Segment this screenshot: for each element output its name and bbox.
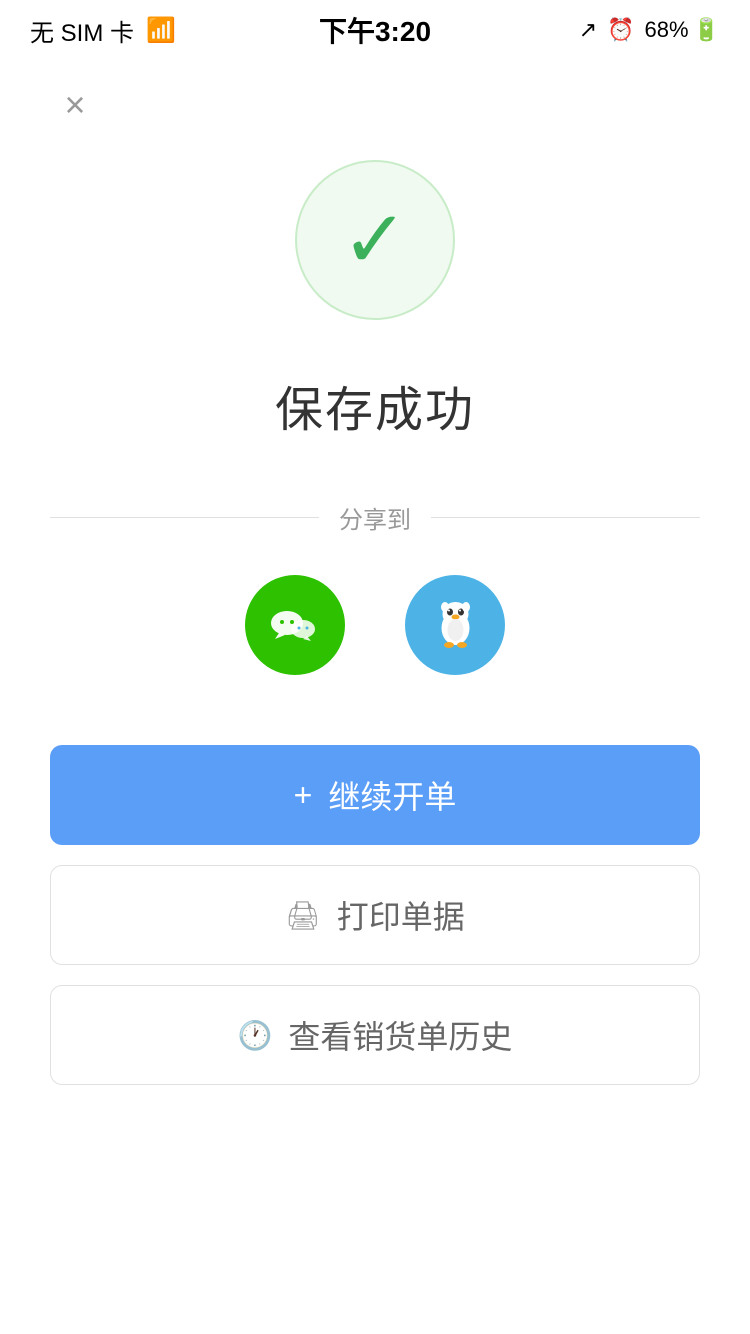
wechat-share-button[interactable]	[245, 575, 345, 675]
wifi-icon: 📶	[146, 16, 176, 45]
view-history-button[interactable]: 🕐 查看销货单历史	[50, 985, 700, 1085]
divider-left	[50, 517, 319, 518]
checkmark-icon: ✓	[341, 200, 408, 280]
qq-share-button[interactable]	[405, 575, 505, 675]
location-icon: ↗	[579, 17, 597, 43]
battery-percent: 68%	[645, 17, 689, 43]
status-time: 下午3:20	[319, 10, 431, 50]
success-circle: ✓	[295, 160, 455, 320]
wechat-icon	[265, 595, 325, 655]
action-buttons: + 继续开单 🖨 打印单据 🕐 查看销货单历史	[50, 745, 700, 1085]
sim-label: 无 SIM 卡	[30, 13, 134, 48]
history-icon: 🕐	[238, 1019, 273, 1052]
continue-order-button[interactable]: + 继续开单	[50, 745, 700, 845]
status-left: 无 SIM 卡 📶	[30, 13, 176, 48]
printer-icon: 🖨	[285, 899, 321, 932]
battery-display: 68% 🔋	[645, 17, 720, 43]
share-label: 分享到	[339, 500, 411, 535]
close-icon: ×	[64, 87, 85, 123]
qq-icon	[428, 598, 483, 653]
share-divider: 分享到	[50, 500, 700, 535]
plus-icon: +	[294, 777, 313, 814]
divider-right	[431, 517, 700, 518]
status-right: ↗ ⏰ 68% 🔋	[579, 17, 720, 43]
main-content: ✓ 保存成功 分享到	[0, 60, 750, 1085]
success-title: 保存成功	[275, 370, 475, 440]
status-bar: 无 SIM 卡 📶 下午3:20 ↗ ⏰ 68% 🔋	[0, 0, 750, 60]
continue-order-label: 继续开单	[328, 772, 456, 818]
print-receipt-button[interactable]: 🖨 打印单据	[50, 865, 700, 965]
close-button[interactable]: ×	[50, 80, 100, 130]
view-history-label: 查看销货单历史	[288, 1012, 512, 1058]
alarm-icon: ⏰	[607, 17, 634, 43]
battery-icon: 🔋	[693, 17, 720, 43]
print-receipt-label: 打印单据	[337, 892, 465, 938]
share-icons-row	[245, 575, 505, 675]
